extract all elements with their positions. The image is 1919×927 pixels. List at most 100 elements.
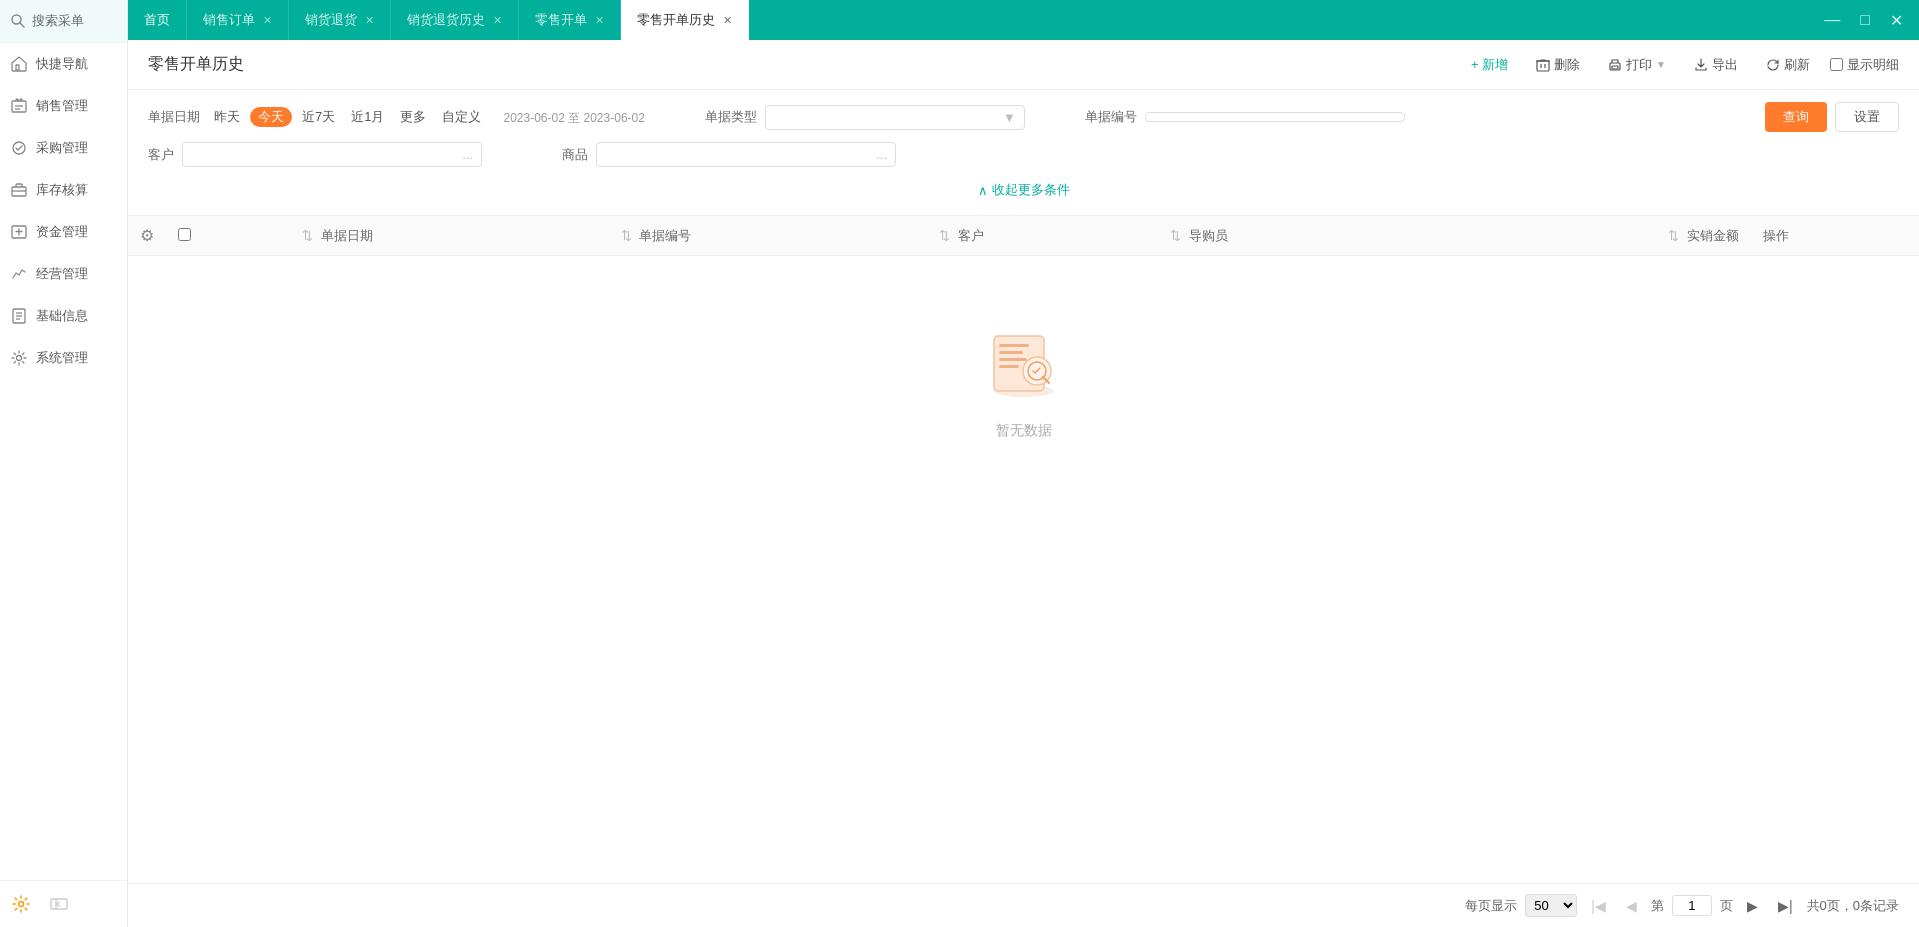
window-close-icon[interactable]: ✕ [1884,9,1909,32]
sidebar-item-system[interactable]: 系统管理 [0,337,127,379]
page-prev-btn[interactable]: ◀ [1620,896,1643,916]
table-header-row: ⚙ ⇅ 单据日期 ⇅ 单据编号 [128,216,1919,256]
date-1month-btn[interactable]: 近1月 [345,106,390,128]
system-icon [10,349,28,367]
window-maximize-icon[interactable]: □ [1854,9,1876,31]
sidebar-item-inventory[interactable]: 库存核算 [0,169,127,211]
tab-close-icon[interactable]: ✕ [365,14,374,27]
date-7days-btn[interactable]: 近7天 [296,106,341,128]
sidebar-search[interactable]: 搜索采单 [0,0,127,43]
sidebar-item-purchase[interactable]: 采购管理 [0,127,127,169]
sidebar-item-quick-nav[interactable]: 快捷导航 [0,43,127,85]
sidebar-item-basic[interactable]: 基础信息 [0,295,127,337]
table-gear-icon[interactable]: ⚙ [140,227,154,244]
tab-sales-return-history[interactable]: 销货退货历史 ✕ [391,0,519,40]
svg-rect-16 [51,899,67,909]
sidebar-item-sales[interactable]: 销售管理 [0,85,127,127]
table-header-customer[interactable]: ⇅ 客户 [927,216,1158,256]
tab-bar-actions: — □ ✕ [1818,9,1919,32]
new-button[interactable]: + 新增 [1463,52,1516,78]
collapse-up-icon: ∧ [978,183,988,198]
window-minimize-icon[interactable]: — [1818,9,1846,31]
page-last-btn[interactable]: ▶| [1772,896,1799,916]
number-input[interactable] [1145,112,1405,122]
table-header-amount[interactable]: ⇅ 实销金额 [1432,216,1750,256]
tab-close-icon[interactable]: ✕ [595,14,604,27]
refresh-button[interactable]: 刷新 [1758,52,1818,78]
col-action-label: 操作 [1763,228,1789,243]
tab-sales-order[interactable]: 销售订单 ✕ [187,0,289,40]
settings-gear-icon[interactable] [10,893,32,915]
tab-close-icon[interactable]: ✕ [493,14,502,27]
date-filter-field: 单据日期 昨天 今天 近7天 近1月 更多 自定义 2023-06-02 至 2… [148,106,645,128]
delete-button[interactable]: 删除 [1528,52,1588,78]
type-dropdown[interactable]: ▼ [765,105,1025,130]
svg-point-14 [17,356,22,361]
collapse-button[interactable]: ∧ 收起更多条件 [978,181,1070,199]
tab-retail-open[interactable]: 零售开单 ✕ [519,0,621,40]
tab-sales-return[interactable]: 销货退货 ✕ [289,0,391,40]
date-today-btn[interactable]: 今天 [250,107,292,127]
select-all-checkbox[interactable] [178,228,191,241]
page-number-input[interactable] [1672,895,1712,916]
tab-home-label: 首页 [144,11,170,29]
date-more-btn[interactable]: 更多 [394,106,432,128]
collapse-sidebar-icon[interactable] [48,893,70,915]
sort-icon: ⇅ [621,228,632,243]
sidebar-item-label: 系统管理 [36,349,88,367]
export-button[interactable]: 导出 [1686,52,1746,78]
page-suffix: 页 [1720,897,1733,915]
date-custom-btn[interactable]: 自定义 [436,106,487,128]
toolbar: + 新增 删除 [1463,52,1899,78]
collapse-row: ∧ 收起更多条件 [148,177,1899,203]
col-date-label: 单据日期 [321,228,373,243]
purchase-icon [10,139,28,157]
empty-state-row: 暂无数据 [128,256,1919,501]
svg-line-1 [20,23,25,28]
customer-input[interactable]: ... [182,142,482,167]
tab-sales-order-label: 销售订单 [203,11,255,29]
svg-rect-27 [999,351,1023,354]
sidebar-item-finance[interactable]: 资金管理 [0,211,127,253]
show-detail-input[interactable] [1830,58,1843,71]
customer-filter-field: 客户 ... [148,142,482,167]
svg-rect-29 [999,365,1019,368]
goods-input[interactable]: ... [596,142,896,167]
search-area: 单据日期 昨天 今天 近7天 近1月 更多 自定义 2023-06-02 至 2… [128,90,1919,216]
customer-label: 客户 [148,146,174,164]
home-icon [10,55,28,73]
date-range-display: 2023-06-02 至 2023-06-02 [503,110,644,127]
page-header: 零售开单历史 + 新增 删除 [128,40,1919,90]
sidebar-search-label: 搜索采单 [32,12,84,30]
table-scroll: ⚙ ⇅ 单据日期 ⇅ 单据编号 [128,216,1919,883]
sidebar-item-label: 基础信息 [36,307,88,325]
tab-close-icon[interactable]: ✕ [263,14,272,27]
per-page-label: 每页显示 [1465,897,1517,915]
date-label: 单据日期 [148,108,200,126]
sidebar: 搜索采单 快捷导航 销售管理 采购管理 [0,0,128,927]
show-detail-checkbox[interactable]: 显示明细 [1830,56,1899,74]
tab-retail-history[interactable]: 零售开单历史 ✕ [621,0,749,40]
svg-rect-18 [1537,61,1549,71]
tab-home[interactable]: 首页 [128,0,187,40]
page-next-btn[interactable]: ▶ [1741,896,1764,916]
page-label: 第 [1651,897,1664,915]
print-button[interactable]: 打印 ▼ [1600,52,1674,78]
empty-illustration [979,316,1069,406]
date-yesterday-btn[interactable]: 昨天 [208,106,246,128]
date-filter-buttons: 昨天 今天 近7天 近1月 更多 自定义 [208,106,487,128]
type-label: 单据类型 [705,108,757,126]
tab-close-icon[interactable]: ✕ [723,14,732,27]
type-chevron-icon: ▼ [1003,110,1016,125]
table-header-settings: ⚙ [128,216,166,256]
table-header-number[interactable]: ⇅ 单据编号 [609,216,927,256]
page-first-btn[interactable]: |◀ [1585,896,1612,916]
query-button[interactable]: 查询 [1765,102,1827,132]
table-header-date[interactable]: ⇅ 单据日期 [290,216,608,256]
table-header-guide[interactable]: ⇅ 导购员 [1158,216,1433,256]
sort-icon: ⇅ [1170,228,1181,243]
inventory-icon [10,181,28,199]
per-page-select[interactable]: 50 100 200 [1525,894,1577,917]
settings-button[interactable]: 设置 [1835,102,1899,132]
sidebar-item-operation[interactable]: 经营管理 [0,253,127,295]
